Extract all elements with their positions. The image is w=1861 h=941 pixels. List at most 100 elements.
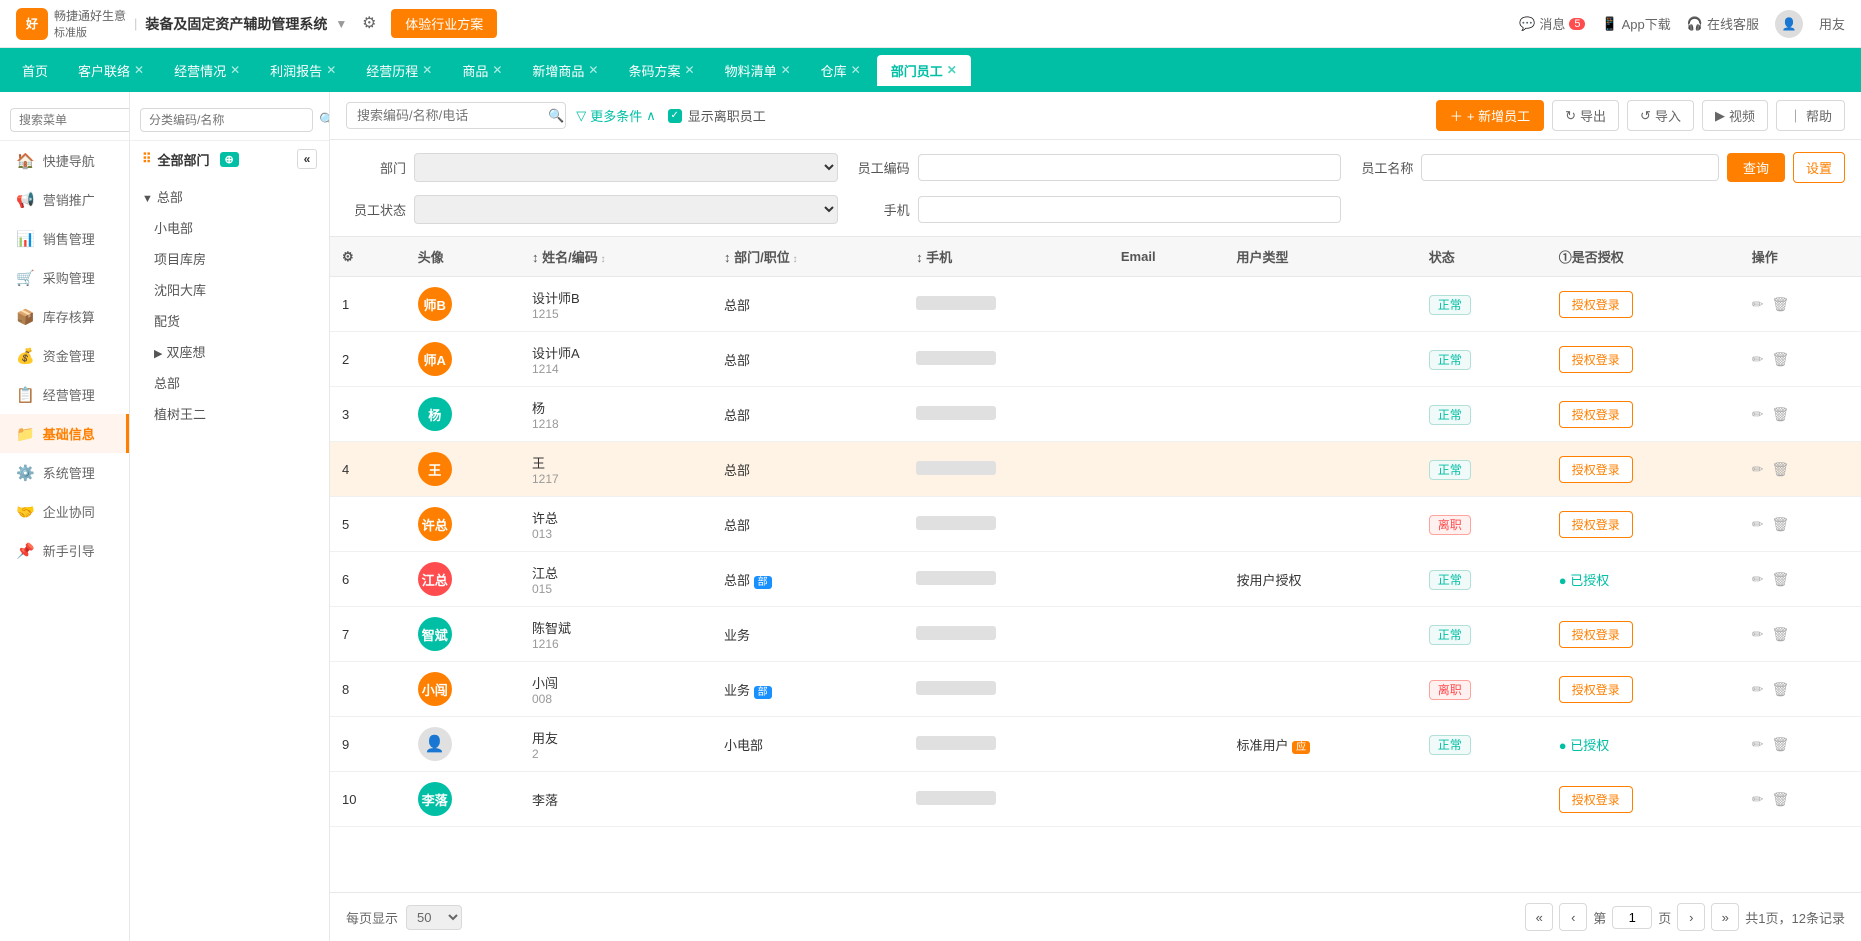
dept-node-zongbu[interactable]: 总部 <box>130 367 329 398</box>
dept-node-zhishu[interactable]: 植树王二 <box>130 398 329 429</box>
more-conditions-button[interactable]: ▽ 更多条件 ∧ <box>576 106 656 125</box>
experience-plan-button[interactable]: 体验行业方案 <box>391 9 497 38</box>
close-barcode-tab[interactable]: ✕ <box>685 63 695 77</box>
close-history-tab[interactable]: ✕ <box>422 63 432 77</box>
edit-icon[interactable]: ✏ <box>1752 296 1764 313</box>
dept-filter-select[interactable] <box>414 153 838 182</box>
close-operations-tab[interactable]: ✕ <box>230 63 240 77</box>
prev-page-button[interactable]: ‹ <box>1559 903 1587 931</box>
sidebar-item-inventory[interactable]: 📦库存核算 <box>0 297 129 336</box>
dept-node-shenyang[interactable]: 沈阳大库 <box>130 274 329 305</box>
delete-icon[interactable]: 🗑 <box>1772 736 1790 753</box>
row-auth[interactable]: 授权登录 <box>1547 277 1740 332</box>
dept-node-xiaodian[interactable]: 小电部 <box>130 212 329 243</box>
add-employee-button[interactable]: ＋ + 新增员工 <box>1436 100 1544 131</box>
page-input[interactable] <box>1612 906 1652 929</box>
show-resigned-checkbox[interactable]: ✓ 显示离职员工 <box>668 106 766 125</box>
nav-tab-employee[interactable]: 部门员工 ✕ <box>877 55 971 86</box>
delete-icon[interactable]: 🗑 <box>1772 296 1790 313</box>
row-auth[interactable]: 授权登录 <box>1547 772 1740 827</box>
delete-icon[interactable]: 🗑 <box>1772 571 1790 588</box>
nav-tab-history[interactable]: 经营历程 ✕ <box>352 55 446 86</box>
dept-node-project[interactable]: 项目库房 <box>130 243 329 274</box>
row-auth[interactable]: 授权登录 <box>1547 607 1740 662</box>
sidebar-item-basic[interactable]: 📁基础信息 <box>0 414 129 453</box>
sidebar-item-operations[interactable]: 📋经营管理 <box>0 375 129 414</box>
nav-tab-addgoods[interactable]: 新增商品 ✕ <box>518 55 612 86</box>
sidebar-item-purchase[interactable]: 🛒采购管理 <box>0 258 129 297</box>
sidebar-search-input[interactable] <box>10 108 130 132</box>
nav-tab-operations[interactable]: 经营情况 ✕ <box>160 55 254 86</box>
auth-button[interactable]: 授权登录 <box>1559 511 1633 538</box>
delete-icon[interactable]: 🗑 <box>1772 351 1790 368</box>
auth-button[interactable]: 授权登录 <box>1559 786 1633 813</box>
dept-node-zongbu-root[interactable]: ▼总部 <box>130 181 329 212</box>
empname-filter-input[interactable] <box>1421 154 1719 181</box>
nav-tab-warehouse[interactable]: 仓库 ✕ <box>807 55 875 86</box>
close-bom-tab[interactable]: ✕ <box>781 63 791 77</box>
all-departments-header[interactable]: ⠿ 全部部门 ⊕ « <box>130 141 329 177</box>
sidebar-item-system[interactable]: ⚙️系统管理 <box>0 453 129 492</box>
edit-icon[interactable]: ✏ <box>1752 406 1764 423</box>
close-goods-tab[interactable]: ✕ <box>492 63 502 77</box>
sidebar-item-quicknav[interactable]: 🏠快捷导航 <box>0 141 129 180</box>
help-button[interactable]: ｜ 帮助 <box>1776 100 1845 131</box>
sidebar-item-sales[interactable]: 📊销售管理 <box>0 219 129 258</box>
online-support-button[interactable]: 🎧 在线客服 <box>1687 14 1759 33</box>
empstatus-filter-select[interactable] <box>414 195 838 224</box>
col-dept[interactable]: ↕ 部门/职位 <box>712 237 904 277</box>
dropdown-icon[interactable]: ▼ <box>335 17 347 31</box>
edit-icon[interactable]: ✏ <box>1752 681 1764 698</box>
auth-button[interactable]: 授权登录 <box>1559 346 1633 373</box>
edit-icon[interactable]: ✏ <box>1752 461 1764 478</box>
nav-tab-bom[interactable]: 物料清单 ✕ <box>711 55 805 86</box>
close-profit-tab[interactable]: ✕ <box>326 63 336 77</box>
row-auth[interactable]: ● 已授权 <box>1547 552 1740 607</box>
delete-icon[interactable]: 🗑 <box>1772 406 1790 423</box>
app-download-button[interactable]: 📱 App下载 <box>1601 14 1670 33</box>
edit-icon[interactable]: ✏ <box>1752 571 1764 588</box>
close-employee-tab[interactable]: ✕ <box>947 63 957 77</box>
sidebar-item-collab[interactable]: 🤝企业协同 <box>0 492 129 531</box>
delete-icon[interactable]: 🗑 <box>1772 516 1790 533</box>
auth-button[interactable]: 授权登录 <box>1559 456 1633 483</box>
settings-icon[interactable]: ⚙ <box>355 10 383 38</box>
sidebar-item-finance[interactable]: 💰资金管理 <box>0 336 129 375</box>
delete-icon[interactable]: 🗑 <box>1772 461 1790 478</box>
delete-icon[interactable]: 🗑 <box>1772 681 1790 698</box>
row-auth[interactable]: 授权登录 <box>1547 497 1740 552</box>
nav-tab-customer[interactable]: 客户联络 ✕ <box>64 55 158 86</box>
phone-filter-input[interactable] <box>918 196 1342 223</box>
nav-tab-home[interactable]: 首页 <box>8 55 62 86</box>
edit-icon[interactable]: ✏ <box>1752 791 1764 808</box>
delete-icon[interactable]: 🗑 <box>1772 791 1790 808</box>
nav-tab-profit[interactable]: 利润报告 ✕ <box>256 55 350 86</box>
auth-button[interactable]: 授权登录 <box>1559 401 1633 428</box>
set-button[interactable]: 设置 <box>1793 152 1845 183</box>
page-size-select[interactable]: 50 100 <box>406 905 462 930</box>
edit-icon[interactable]: ✏ <box>1752 626 1764 643</box>
nav-tab-goods[interactable]: 商品 ✕ <box>448 55 516 86</box>
employee-search-input[interactable] <box>346 102 566 129</box>
close-customer-tab[interactable]: ✕ <box>134 63 144 77</box>
col-settings[interactable]: ⚙ <box>330 237 406 277</box>
edit-icon[interactable]: ✏ <box>1752 736 1764 753</box>
auth-button[interactable]: 授权登录 <box>1559 291 1633 318</box>
col-name[interactable]: ↕ 姓名/编码 <box>520 237 712 277</box>
auth-button[interactable]: 授权登录 <box>1559 621 1633 648</box>
first-page-button[interactable]: « <box>1525 903 1553 931</box>
import-button[interactable]: ↺ 导入 <box>1627 100 1694 131</box>
view-button[interactable]: ▶ 视频 <box>1702 100 1768 131</box>
sidebar-item-marketing[interactable]: 📢营销推广 <box>0 180 129 219</box>
dept-node-shuangzuo[interactable]: ▶双座想 <box>130 336 329 367</box>
nav-tab-barcode[interactable]: 条码方案 ✕ <box>614 55 708 86</box>
next-page-button[interactable]: › <box>1677 903 1705 931</box>
message-button[interactable]: 💬 消息 5 <box>1519 14 1585 33</box>
empcode-filter-input[interactable] <box>918 154 1342 181</box>
sidebar-item-guide[interactable]: 📌新手引导 <box>0 531 129 570</box>
collapse-button[interactable]: « <box>297 149 317 169</box>
user-name[interactable]: 用友 <box>1819 14 1845 33</box>
row-auth[interactable]: 授权登录 <box>1547 332 1740 387</box>
export-button[interactable]: ↻ 导出 <box>1552 100 1619 131</box>
dept-search-icon[interactable]: 🔍 <box>319 112 330 128</box>
